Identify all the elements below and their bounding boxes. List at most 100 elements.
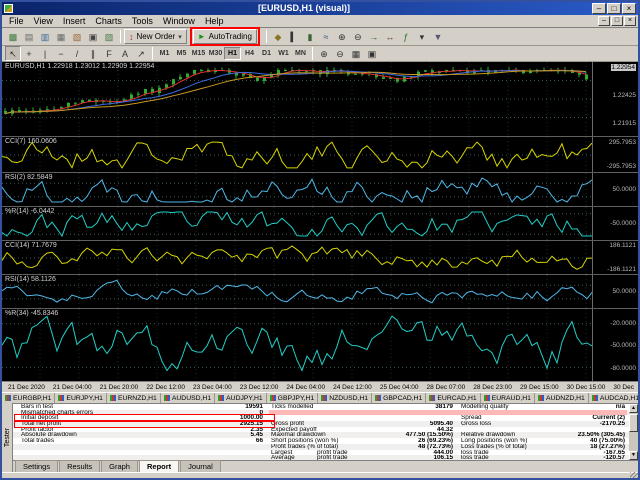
new-order-button[interactable]: ↕ New Order ▾ (124, 29, 187, 44)
symbol-tab[interactable]: AUDCAD,H1 (589, 393, 638, 403)
timeframe-button[interactable]: W1 (275, 47, 292, 60)
metaeditor-icon[interactable]: ◆ (270, 29, 286, 44)
profiles-icon[interactable]: ▤ (21, 29, 37, 44)
chart-pane[interactable]: 50.0000RSI(2) 82.5849 (2, 172, 638, 206)
timeframe-button[interactable]: MN (292, 47, 309, 60)
templates-icon[interactable]: ▼ (430, 29, 446, 44)
new-window-icon[interactable]: ▣ (364, 46, 380, 61)
channel-icon[interactable]: ∥ (85, 46, 101, 61)
periods-icon[interactable]: ▾ (414, 29, 430, 44)
arrow-tools-icon[interactable]: ↗ (133, 46, 149, 61)
strategy-tester-icon[interactable]: ▨ (101, 29, 117, 44)
tester-tab[interactable]: Journal (180, 460, 221, 472)
line-chart-icon[interactable]: ≈ (318, 29, 334, 44)
timeframe-button[interactable]: D1 (258, 47, 275, 60)
symbol-tab[interactable]: EURAUD,H1 (481, 393, 535, 403)
zoom-out-icon[interactable]: ⊖ (350, 29, 366, 44)
report-scrollbar[interactable]: ▲ ▼ (629, 403, 638, 460)
title-bar[interactable]: [EURUSD,H1 (visual)] –□× (2, 2, 638, 15)
chart-panes[interactable]: 1.229541.224251.21915EURUSD,H1 1.22918 1… (2, 62, 638, 381)
timeframe-button[interactable]: M5 (173, 47, 190, 60)
symbol-tab[interactable]: AUDNZD,H1 (535, 393, 589, 403)
tester-panel-tab[interactable]: Tester (2, 403, 13, 472)
scroll-up-icon[interactable]: ▲ (629, 404, 638, 413)
pane-plot[interactable] (2, 275, 592, 309)
minimize-button[interactable]: – (592, 3, 606, 14)
symbol-tab[interactable]: EURNZD,H1 (107, 393, 161, 403)
price-scale[interactable]: 50.0000 (592, 173, 638, 206)
menu-item[interactable]: Window (158, 15, 200, 27)
pane-plot[interactable] (2, 309, 592, 382)
symbol-tab[interactable]: GBPJPY,H1 (267, 393, 319, 403)
chart-pane[interactable]: -20.0000-50.0000-80.0000%R(34) -45.8346 (2, 308, 638, 381)
chart-pane[interactable]: -50.0000%R(14) -6.0442 (2, 206, 638, 240)
chart-pane[interactable]: 295.7953-295.7953CCI(7) 160.0606 (2, 136, 638, 172)
menu-item[interactable]: Charts (90, 15, 127, 27)
resize-grip[interactable] (630, 472, 638, 478)
auto-scroll-icon[interactable]: → (366, 29, 382, 44)
child-close-button[interactable]: × (624, 16, 636, 26)
menu-item[interactable]: Insert (58, 15, 91, 27)
timeframe-button[interactable]: M30 (207, 47, 224, 60)
pane-plot[interactable] (2, 137, 592, 173)
symbol-tab[interactable]: GBPCAD,H1 (372, 393, 426, 403)
new-chart-icon[interactable]: ▩ (5, 29, 21, 44)
restore-button[interactable]: □ (607, 3, 621, 14)
chart-pane[interactable]: 186.1121-186.1121CCI(14) 71.7679 (2, 240, 638, 274)
chart-pane[interactable]: 1.229541.224251.21915EURUSD,H1 1.22918 1… (2, 62, 638, 136)
symbol-tab[interactable]: NZDUSD,H1 (318, 393, 372, 403)
price-scale[interactable]: -50.0000 (592, 207, 638, 240)
fibonacci-icon[interactable]: F (101, 46, 117, 61)
horizontal-line-icon[interactable]: − (53, 46, 69, 61)
tester-tab[interactable]: Settings (15, 460, 58, 472)
price-scale[interactable]: 295.7953-295.7953 (592, 137, 638, 172)
crosshair-icon[interactable]: + (21, 46, 37, 61)
scroll-down-icon[interactable]: ▼ (629, 451, 638, 460)
price-scale[interactable]: 50.0000 (592, 275, 638, 308)
indicators-icon[interactable]: ƒ (398, 29, 414, 44)
pane-plot[interactable] (2, 62, 592, 136)
chart-pane[interactable]: 50.0000RSI(14) 58.1126 (2, 274, 638, 308)
tester-tab[interactable]: Report (139, 460, 179, 472)
symbol-tab[interactable]: AUDUSD,H1 (161, 393, 215, 403)
timeframe-button[interactable]: H1 (224, 47, 241, 60)
scrollbar-thumb[interactable] (629, 414, 638, 432)
price-scale[interactable]: -20.0000-50.0000-80.0000 (592, 309, 638, 381)
text-label-icon[interactable]: A (117, 46, 133, 61)
tester-tab[interactable]: Graph (101, 460, 138, 472)
symbol-tab[interactable]: EURGBP,H1 (2, 393, 55, 403)
close-button[interactable]: × (622, 3, 636, 14)
menu-item[interactable]: File (4, 15, 29, 27)
chart-shift-icon[interactable]: ↔ (382, 29, 398, 44)
zoom-in-icon[interactable]: ⊕ (316, 46, 332, 61)
bar-chart-icon[interactable]: ▍ (286, 29, 302, 44)
child-minimize-button[interactable]: – (598, 16, 610, 26)
data-window-icon[interactable]: ▦ (53, 29, 69, 44)
vertical-line-icon[interactable]: | (37, 46, 53, 61)
cursor-icon[interactable]: ↖ (5, 46, 21, 61)
timeframe-button[interactable]: H4 (241, 47, 258, 60)
market-watch-icon[interactable]: ▥ (37, 29, 53, 44)
price-scale[interactable]: 1.229541.224251.21915 (592, 62, 638, 136)
candlestick-icon[interactable]: ▮ (302, 29, 318, 44)
pane-plot[interactable] (2, 173, 592, 207)
zoom-in-icon[interactable]: ⊕ (334, 29, 350, 44)
child-restore-button[interactable]: □ (611, 16, 623, 26)
menu-item[interactable]: View (29, 15, 58, 27)
navigator-icon[interactable]: ▧ (69, 29, 85, 44)
autotrading-button[interactable]: ► AutoTrading (193, 29, 257, 44)
timeframe-button[interactable]: M15 (190, 47, 207, 60)
scrollbar-track[interactable] (629, 433, 638, 451)
symbol-tab[interactable]: EURCAD,H1 (426, 393, 480, 403)
symbol-tab[interactable]: AUDJPY,H1 (215, 393, 267, 403)
terminal-icon[interactable]: ▣ (85, 29, 101, 44)
pane-plot[interactable] (2, 241, 592, 275)
menu-item[interactable]: Tools (127, 15, 158, 27)
tile-windows-icon[interactable]: ▦ (348, 46, 364, 61)
tester-tab[interactable]: Results (59, 460, 100, 472)
zoom-out-icon[interactable]: ⊖ (332, 46, 348, 61)
pane-plot[interactable] (2, 207, 592, 241)
price-scale[interactable]: 186.1121-186.1121 (592, 241, 638, 274)
timeframe-button[interactable]: M1 (156, 47, 173, 60)
time-axis[interactable]: 21 Dec 202021 Dec 04:0021 Dec 20:0022 De… (2, 381, 638, 392)
